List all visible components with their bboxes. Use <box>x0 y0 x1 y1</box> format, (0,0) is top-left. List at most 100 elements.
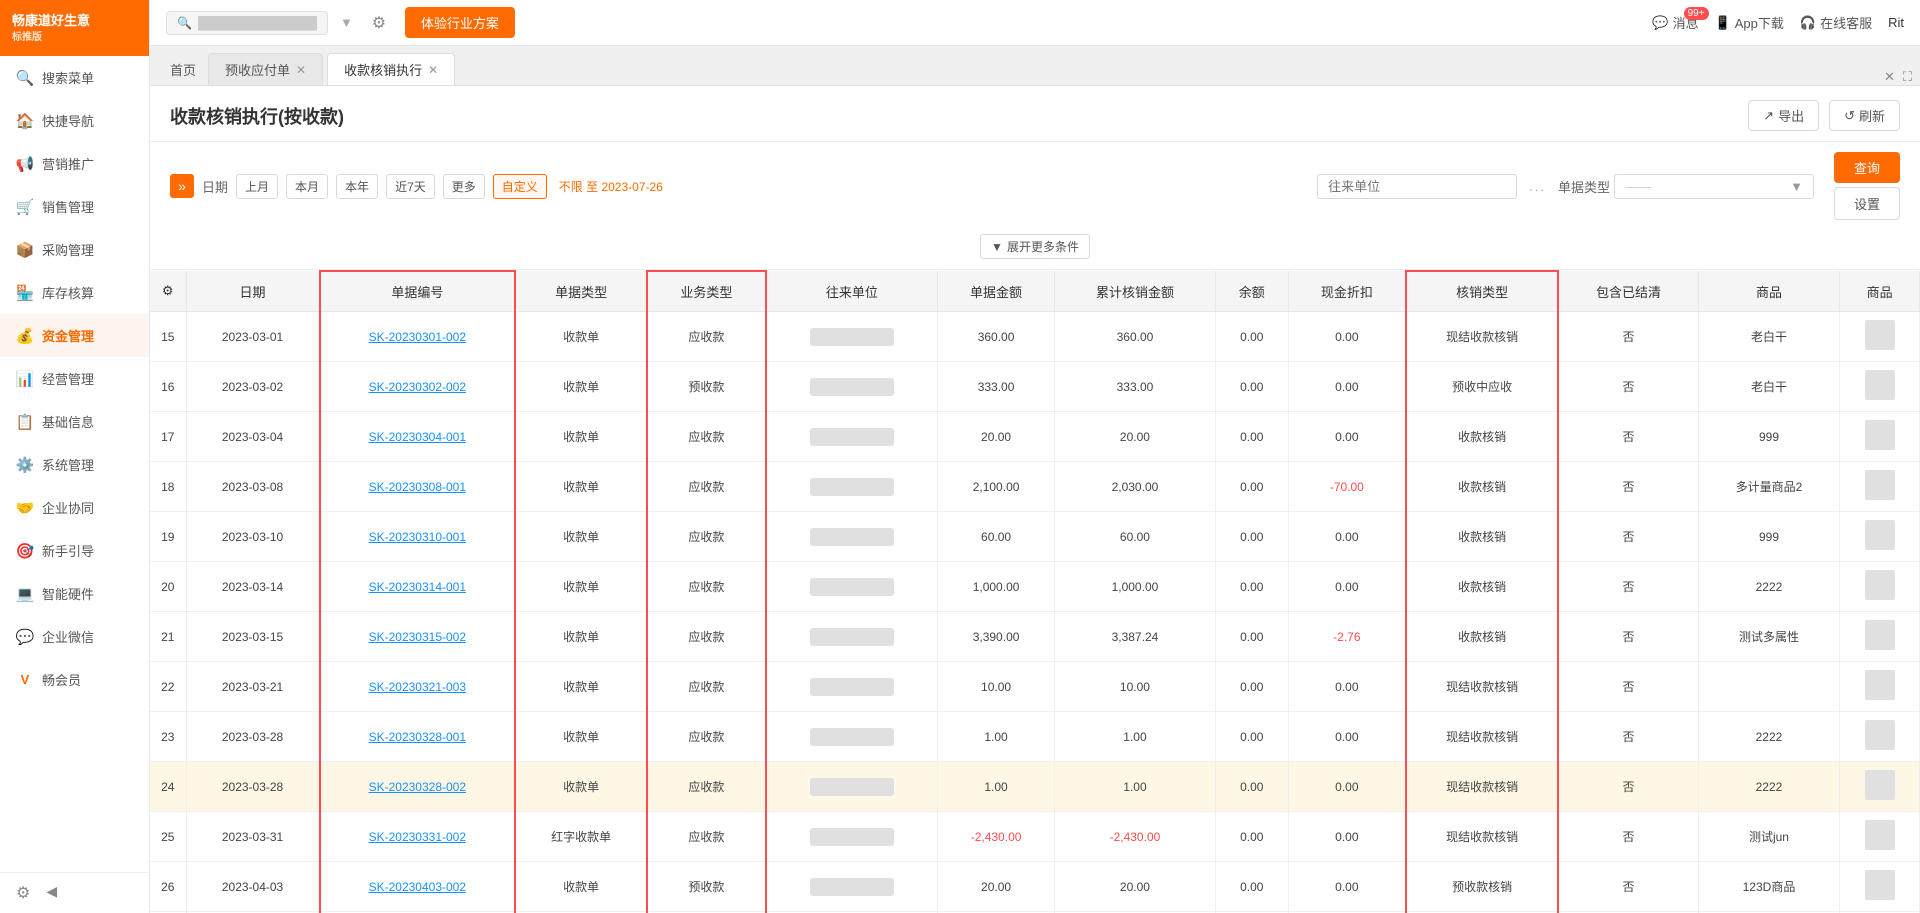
cell-verify-type: 预收款核销 <box>1406 862 1558 912</box>
cell-doc-type: 收款单 <box>515 562 647 612</box>
cell-product: 999 <box>1698 512 1840 562</box>
doc-no-link[interactable]: SK-20230331-002 <box>369 830 466 844</box>
filter-doc-type-select[interactable]: —— ▼ <box>1614 174 1814 199</box>
sidebar-item-finance[interactable]: 💰 资金管理 <box>0 314 149 357</box>
user-name[interactable]: Rit <box>1888 15 1904 30</box>
online-service-area[interactable]: 🎧 在线客服 <box>1800 13 1872 32</box>
cell-accum: 1,000.00 <box>1055 562 1216 612</box>
app-sub: 标推版 <box>12 28 90 43</box>
sidebar-item-hardware[interactable]: 💻 智能硬件 <box>0 572 149 615</box>
query-button[interactable]: 查询 <box>1834 152 1900 183</box>
sidebar-item-search[interactable]: 🔍 搜索菜单 <box>0 56 149 99</box>
tab-prepay-close[interactable]: ✕ <box>296 63 306 77</box>
hardware-icon: 💻 <box>16 585 34 603</box>
tab-collection-close[interactable]: ✕ <box>428 63 438 77</box>
tab-collection[interactable]: 收款核销执行 ✕ <box>327 53 455 85</box>
enterprise-icon: 🤝 <box>16 499 34 517</box>
cell-balance: 0.00 <box>1215 462 1288 512</box>
sidebar-item-system[interactable]: ⚙️ 系统管理 <box>0 443 149 486</box>
topbar-search-box[interactable]: 🔍 ██████████████ <box>166 11 328 35</box>
sidebar-item-operations[interactable]: 📊 经营管理 <box>0 357 149 400</box>
partner-masked: ████████ <box>810 328 894 346</box>
cell-doc-type: 收款单 <box>515 412 647 462</box>
cell-date: 2023-03-14 <box>186 562 320 612</box>
sidebar-item-quick-nav[interactable]: 🏠 快捷导航 <box>0 99 149 142</box>
doc-no-link[interactable]: SK-20230403-002 <box>369 880 466 894</box>
sidebar-collapse-icon[interactable]: ◀ <box>46 883 57 903</box>
messages-area[interactable]: 💬 消息 99+ <box>1652 13 1698 32</box>
tab-close-all-icon[interactable]: ✕ <box>1884 69 1895 85</box>
tab-prepay[interactable]: 预收应付单 ✕ <box>208 53 323 85</box>
doc-no-link[interactable]: SK-20230315-002 <box>369 630 466 644</box>
cell-product2 <box>1840 312 1920 362</box>
table-body: 15 2023-03-01 SK-20230301-002 收款单 应收款 ██… <box>150 312 1920 913</box>
cell-doc-no: SK-20230321-003 <box>320 662 515 712</box>
filter-this-year[interactable]: 本年 <box>336 174 378 199</box>
cell-balance: 0.00 <box>1215 812 1288 862</box>
doc-no-link[interactable]: SK-20230321-003 <box>369 680 466 694</box>
cell-product2 <box>1840 712 1920 762</box>
doc-no-link[interactable]: SK-20230308-001 <box>369 480 466 494</box>
table-row: 18 2023-03-08 SK-20230308-001 收款单 应收款 ██… <box>150 462 1920 512</box>
member-icon: V <box>16 671 34 689</box>
cell-balance: 0.00 <box>1215 312 1288 362</box>
purchase-icon: 📦 <box>16 241 34 259</box>
chevron-down-icon: ▼ <box>1790 179 1803 194</box>
guide-icon: 🎯 <box>16 542 34 560</box>
app-name: 畅康道好生意 <box>12 13 90 29</box>
doc-no-link[interactable]: SK-20230328-001 <box>369 730 466 744</box>
th-amount: 单据金额 <box>938 271 1055 312</box>
filter-expand-button[interactable]: » <box>170 174 194 198</box>
solution-button[interactable]: 体验行业方案 <box>405 7 515 38</box>
topbar-dropdown-arrow[interactable]: ▼ <box>340 15 353 30</box>
sidebar-item-wechat[interactable]: 💬 企业微信 <box>0 615 149 658</box>
topbar-gear-icon[interactable]: ⚙ <box>365 9 393 37</box>
sidebar-item-inventory[interactable]: 🏪 库存核算 <box>0 271 149 314</box>
doc-no-link[interactable]: SK-20230314-001 <box>369 580 466 594</box>
sidebar-item-sales[interactable]: 🛒 销售管理 <box>0 185 149 228</box>
settings-button[interactable]: 设置 <box>1834 187 1900 220</box>
th-settings[interactable]: ⚙ <box>150 271 186 312</box>
messages-badge: 99+ <box>1684 7 1709 20</box>
tab-maximize-icon[interactable]: ⛶ <box>1903 69 1912 85</box>
expand-more-button[interactable]: ▼ 展开更多条件 <box>980 234 1090 259</box>
cell-product2 <box>1840 412 1920 462</box>
sidebar-item-enterprise[interactable]: 🤝 企业协同 <box>0 486 149 529</box>
sidebar-item-member[interactable]: V 畅会员 <box>0 658 149 701</box>
app-download-area[interactable]: 📱 App下载 <box>1715 13 1784 32</box>
filter-more[interactable]: 更多 <box>443 174 485 199</box>
filter-custom[interactable]: 自定义 <box>493 174 547 199</box>
filter-dots: ... <box>1529 179 1546 194</box>
doc-no-link[interactable]: SK-20230302-002 <box>369 380 466 394</box>
sales-icon: 🛒 <box>16 198 34 216</box>
filter-partner-input[interactable] <box>1317 174 1517 199</box>
doc-no-link[interactable]: SK-20230304-001 <box>369 430 466 444</box>
tab-home[interactable]: 首页 <box>158 53 208 85</box>
th-doc-type: 单据类型 <box>515 271 647 312</box>
sidebar-item-purchase[interactable]: 📦 采购管理 <box>0 228 149 271</box>
doc-no-link[interactable]: SK-20230328-002 <box>369 780 466 794</box>
sidebar-item-basics[interactable]: 📋 基础信息 <box>0 400 149 443</box>
cell-doc-no: SK-20230302-002 <box>320 362 515 412</box>
cell-date: 2023-03-01 <box>186 312 320 362</box>
service-icon: 🎧 <box>1800 15 1816 31</box>
main-area: 🔍 ██████████████ ▼ ⚙ 体验行业方案 💬 消息 99+ 📱 A… <box>150 0 1920 913</box>
sidebar-item-marketing[interactable]: 📢 营销推广 <box>0 142 149 185</box>
cell-product2 <box>1840 762 1920 812</box>
cell-product: 2222 <box>1698 562 1840 612</box>
refresh-button[interactable]: ↺ 刷新 <box>1829 100 1900 131</box>
filter-this-month[interactable]: 本月 <box>286 174 328 199</box>
tab-collection-label: 收款核销执行 <box>344 60 422 79</box>
cell-verify-type: 收款核销 <box>1406 612 1558 662</box>
th-doc-no: 单据编号 <box>320 271 515 312</box>
sidebar-item-label: 快捷导航 <box>42 111 94 130</box>
doc-no-link[interactable]: SK-20230301-002 <box>369 330 466 344</box>
filter-last-7-days[interactable]: 近7天 <box>386 174 435 199</box>
sidebar-settings-icon[interactable]: ⚙ <box>16 883 30 903</box>
filter-last-month[interactable]: 上月 <box>236 174 278 199</box>
sidebar-item-guide[interactable]: 🎯 新手引导 <box>0 529 149 572</box>
product-thumbnail <box>1865 320 1895 350</box>
doc-no-link[interactable]: SK-20230310-001 <box>369 530 466 544</box>
export-button[interactable]: ↗ 导出 <box>1748 100 1819 131</box>
cell-partner: ████████ <box>766 412 938 462</box>
